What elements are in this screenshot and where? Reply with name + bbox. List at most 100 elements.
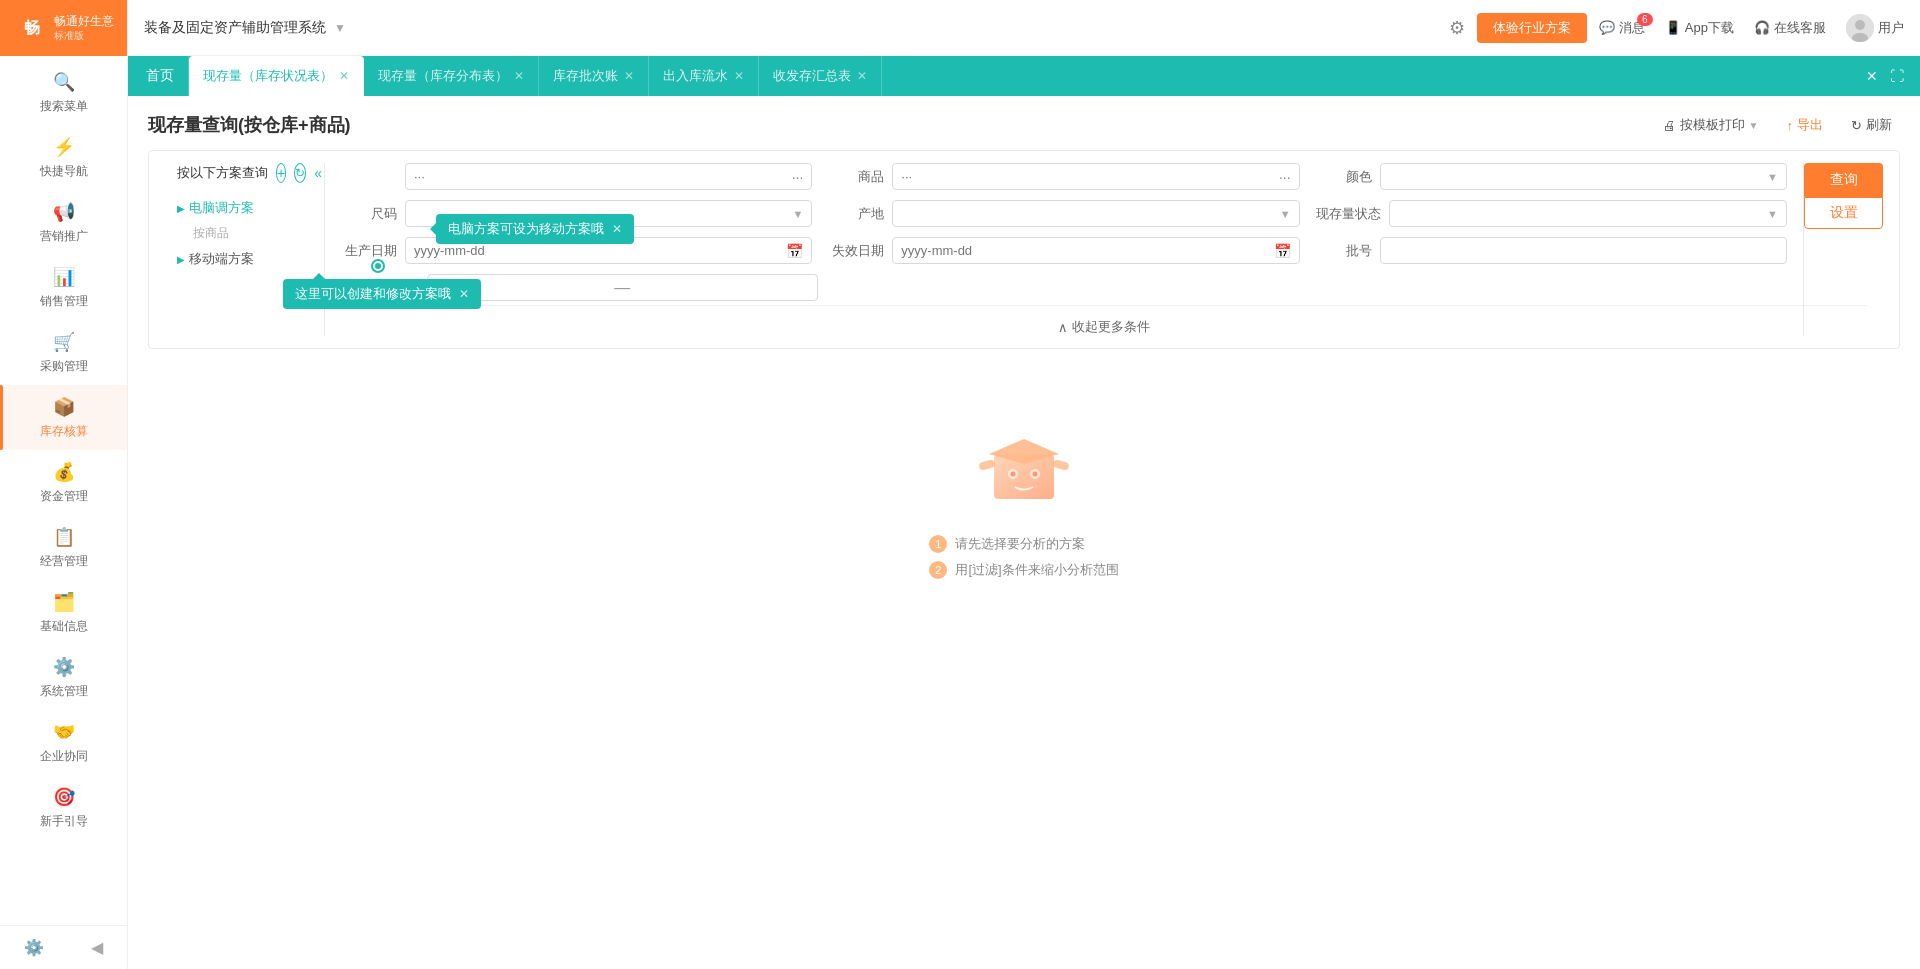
size-label: 尺码 — [341, 205, 397, 223]
print-button[interactable]: 🖨 按模板打印 ▼ — [1655, 112, 1767, 138]
message-button[interactable]: 💬 消息 6 — [1599, 19, 1645, 37]
search-button[interactable]: 查询 — [1804, 163, 1883, 197]
warehouse-more-icon: ··· — [792, 169, 804, 185]
edit-scheme-tooltip: 这里可以创建和修改方案哦 ✕ — [283, 279, 481, 309]
sidebar-item-quicknav[interactable]: ⚡ 快捷导航 — [0, 125, 127, 190]
produce-date-calendar-icon[interactable]: 📅 — [786, 243, 803, 259]
message-badge: 6 — [1637, 13, 1653, 26]
batch-input[interactable] — [1389, 238, 1778, 263]
refresh-scheme-button[interactable]: ↻ — [294, 163, 306, 183]
goods-input[interactable] — [901, 164, 1279, 189]
color-input[interactable] — [1389, 164, 1767, 189]
tab-inout[interactable]: 出入库流水 ✕ — [649, 56, 759, 96]
search-reset-group: 查询 设置 — [1803, 163, 1883, 336]
tab-fullscreen[interactable]: ⛶ — [1886, 68, 1908, 84]
svg-point-8 — [1011, 472, 1016, 477]
tab-close-all[interactable]: ✕ — [1862, 68, 1882, 84]
sidebar-item-inventory[interactable]: 📦 库存核算 — [0, 385, 127, 450]
tab-close-5[interactable]: ✕ — [857, 70, 867, 82]
warehouse-input[interactable] — [414, 164, 792, 189]
produce-date-label: 生产日期 — [341, 242, 397, 260]
empty-tip-2: 2 用[过滤]条件来缩小分析范围 — [929, 561, 1118, 579]
operations-icon: 📋 — [52, 525, 76, 549]
origin-input[interactable] — [901, 201, 1279, 226]
tab-close-1[interactable]: ✕ — [339, 70, 349, 82]
scheme-arrow-1: ▶ — [177, 203, 185, 214]
origin-dropdown-icon: ▼ — [1280, 208, 1291, 220]
topbar-right: 💬 消息 6 📱 App下载 🎧 在线客服 — [1599, 14, 1904, 42]
user-avatar-icon — [1846, 14, 1874, 42]
sidebar-item-purchase[interactable]: 🛒 采购管理 — [0, 320, 127, 385]
settings-bottom-icon[interactable]: ⚙️ — [24, 938, 44, 957]
stockstatus-label: 现存量状态 — [1316, 205, 1381, 223]
tab-batch[interactable]: 库存批次账 ✕ — [539, 56, 649, 96]
collapse-conditions-btn[interactable]: ∧ 收起更多条件 — [341, 310, 1867, 336]
filter-header-label: 按以下方案查询 — [177, 164, 268, 182]
tab-close-3[interactable]: ✕ — [624, 70, 634, 82]
sidebar-item-finance[interactable]: 💰 资金管理 — [0, 450, 127, 515]
filter-row-4: 现存量（主） — — [341, 274, 1867, 301]
filter-scheme-panel: 按以下方案查询 + ↻ « ▶ 电脑调方案 按商品 — [165, 163, 325, 336]
basicinfo-icon: 🗂️ — [52, 590, 76, 614]
quick-nav-icon: ⚡ — [52, 135, 76, 159]
tab-home[interactable]: 首页 — [132, 56, 189, 96]
sidebar-item-guide[interactable]: 🎯 新手引导 — [0, 775, 127, 840]
logo-text: 畅通好生意 标准版 — [54, 14, 114, 43]
sidebar-item-cooperation[interactable]: 🤝 企业协同 — [0, 710, 127, 775]
logo-icon: 畅 — [14, 10, 50, 46]
stock-range-sep: — — [614, 279, 630, 297]
user-menu[interactable]: 用户 — [1846, 14, 1904, 42]
sales-icon: 📊 — [52, 265, 76, 289]
size-dropdown-icon: ▼ — [792, 208, 803, 220]
empty-state: 1 请先选择要分析的方案 2 用[过滤]条件来缩小分析范围 — [148, 349, 1900, 639]
export-button[interactable]: ↑ 导出 — [1779, 112, 1832, 138]
app-download-button[interactable]: 📱 App下载 — [1665, 19, 1734, 37]
expire-date-label: 失效日期 — [828, 242, 884, 260]
online-service-button[interactable]: 🎧 在线客服 — [1754, 19, 1826, 37]
stockstatus-input[interactable] — [1398, 201, 1767, 226]
filter-header: 按以下方案查询 + ↻ « — [177, 163, 312, 183]
tab-close-2[interactable]: ✕ — [514, 70, 524, 82]
svg-text:畅: 畅 — [24, 19, 40, 36]
tab-summary[interactable]: 收发存汇总表 ✕ — [759, 56, 882, 96]
prev-scheme-button[interactable]: « — [314, 163, 322, 183]
filter-field-color: 颜色 ▼ — [1316, 163, 1787, 190]
svg-point-9 — [1033, 472, 1038, 477]
reset-button[interactable]: 设置 — [1804, 197, 1883, 229]
sidebar-item-basicinfo[interactable]: 🗂️ 基础信息 — [0, 580, 127, 645]
scheme-mobile[interactable]: ▶ 移动端方案 — [177, 246, 312, 272]
system-selector[interactable]: 装备及固定资产辅助管理系统 ▼ — [144, 19, 1437, 37]
stock-main-input-to[interactable] — [634, 275, 808, 300]
scheme-desktop[interactable]: ▶ 电脑调方案 — [177, 195, 312, 221]
tab-close-4[interactable]: ✕ — [734, 70, 744, 82]
sidebar-item-marketing[interactable]: 📢 营销推广 — [0, 190, 127, 255]
filter-field-warehouse: ··· — [341, 163, 812, 190]
sidebar-item-operations[interactable]: 📋 经营管理 — [0, 515, 127, 580]
topbar-settings-icon[interactable]: ⚙ — [1449, 17, 1465, 39]
goods-more-icon: ··· — [1279, 169, 1291, 185]
filter-field-expire-date: 失效日期 📅 — [828, 237, 1299, 264]
refresh-button[interactable]: ↻ 刷新 — [1843, 112, 1900, 138]
trial-button[interactable]: 体验行业方案 — [1477, 13, 1587, 43]
edit-scheme-tooltip-close[interactable]: ✕ — [459, 287, 469, 301]
app-download-icon: 📱 — [1665, 20, 1681, 35]
filter-field-goods: 商品 ··· — [828, 163, 1299, 190]
collapse-sidebar-icon[interactable]: ◀ — [91, 938, 103, 957]
sidebar: 畅 畅通好生意 标准版 🔍 搜索菜单 ⚡ 快捷导航 📢 营销推广 📊 销售管理 … — [0, 0, 128, 969]
expire-date-input[interactable] — [901, 238, 1269, 263]
sidebar-item-system[interactable]: ⚙️ 系统管理 — [0, 645, 127, 710]
tab-inventory-dist[interactable]: 现存量（库存分布表） ✕ — [364, 56, 539, 96]
main-area: 装备及固定资产辅助管理系统 ▼ ⚙ 体验行业方案 💬 消息 6 📱 App下载 … — [128, 0, 1920, 969]
scheme-dot-indicator — [373, 261, 383, 271]
sidebar-item-sales[interactable]: 📊 销售管理 — [0, 255, 127, 320]
sidebar-item-search[interactable]: 🔍 搜索菜单 — [0, 60, 127, 125]
svg-point-3 — [1855, 20, 1865, 30]
scheme-arrow-2: ▶ — [177, 254, 185, 265]
svg-rect-11 — [1052, 459, 1070, 471]
scheme-tooltip-close[interactable]: ✕ — [612, 222, 622, 236]
tab-inventory-status[interactable]: 现存量（库存状况表） ✕ — [189, 56, 364, 96]
scheme-item-label: 按商品 — [177, 221, 312, 246]
add-scheme-button[interactable]: + — [276, 163, 286, 183]
empty-tip-1: 1 请先选择要分析的方案 — [929, 535, 1118, 553]
expire-date-calendar-icon[interactable]: 📅 — [1274, 243, 1291, 259]
